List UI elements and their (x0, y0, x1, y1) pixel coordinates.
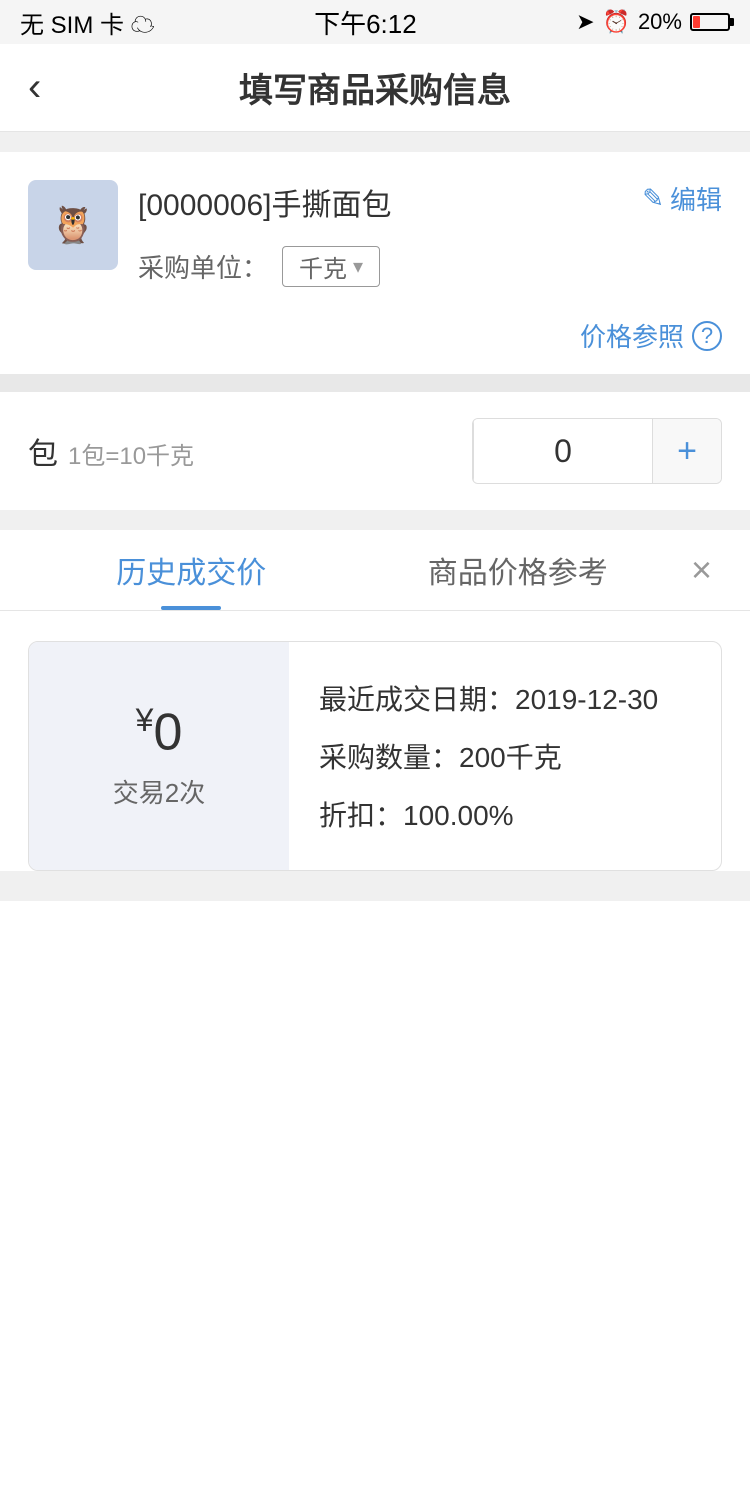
history-price-panel: ¥0 交易2次 (29, 642, 289, 870)
quantity-left: 包 1包=10千克 (28, 429, 194, 473)
price-ref-info-icon: ? (692, 321, 722, 351)
purchase-qty-value: 200千克 (459, 742, 562, 773)
unit-badge[interactable]: 千克 ▾ (282, 246, 380, 287)
status-right: ➤ ⏰ 20% (576, 9, 730, 35)
tabs-section: 历史成交价 商品价格参考 × ¥0 交易2次 最近成交日期：2019-12-30… (0, 530, 750, 871)
recent-date-row: 最近成交日期：2019-12-30 (319, 678, 691, 718)
product-unit-row: 采购单位： 千克 ▾ (138, 246, 391, 287)
purchase-qty-label: 采购数量： (319, 742, 459, 773)
tabs-header: 历史成交价 商品价格参考 × (0, 530, 750, 611)
unit-dropdown-arrow: ▾ (353, 254, 363, 279)
price-ref-label: 价格参照 (580, 317, 684, 354)
quantity-unit: 包 (28, 429, 58, 473)
quantity-increase-button[interactable]: + (653, 419, 721, 483)
quantity-row: 包 1包=10千克 0 + (0, 392, 750, 510)
status-left: 无 SIM 卡 ☁ (20, 5, 155, 40)
product-header: 🦉 [0000006]手撕面包 采购单位： 千克 ▾ ✎ 编辑 价格参照 (28, 180, 722, 354)
product-name: [0000006]手撕面包 (138, 180, 391, 224)
quantity-control: 0 + (472, 418, 722, 484)
product-thumbnail: 🦉 (28, 180, 118, 270)
status-time: 下午6:12 (314, 4, 417, 41)
recent-date-value: 2019-12-30 (515, 684, 658, 715)
discount-label: 折扣： (319, 800, 403, 831)
discount-row: 折扣：100.00% (319, 794, 691, 834)
price-number: 0 (153, 704, 182, 762)
product-logo-icon: 🦉 (51, 204, 96, 246)
status-bar: 无 SIM 卡 ☁ 下午6:12 ➤ ⏰ 20% (0, 0, 750, 44)
unit-value: 千克 (299, 249, 347, 284)
product-left: 🦉 [0000006]手撕面包 采购单位： 千克 ▾ (28, 180, 391, 287)
tab-product-price-ref[interactable]: 商品价格参考 (354, 530, 680, 610)
product-info: [0000006]手撕面包 采购单位： 千克 ▾ (138, 180, 391, 287)
edit-label: 编辑 (670, 180, 722, 217)
history-trades: 交易2次 (113, 773, 205, 810)
qty-conversion: 1包=10千克 (68, 436, 194, 471)
battery-icon (690, 13, 730, 31)
purchase-qty-row: 采购数量：200千克 (319, 736, 691, 776)
alarm-icon: ⏰ (603, 9, 630, 35)
discount-value: 100.00% (403, 800, 514, 831)
edit-button[interactable]: ✎ 编辑 (642, 180, 722, 217)
battery-percent: 20% (638, 9, 682, 35)
page-title: 填写商品采购信息 (239, 63, 511, 112)
history-card: ¥0 交易2次 最近成交日期：2019-12-30 采购数量：200千克 折扣：… (28, 641, 722, 871)
location-icon: ➤ (576, 9, 594, 35)
nav-bar: ‹ 填写商品采购信息 (0, 44, 750, 132)
recent-date-label: 最近成交日期： (319, 684, 515, 715)
history-detail-panel: 最近成交日期：2019-12-30 采购数量：200千克 折扣：100.00% (289, 642, 721, 870)
product-card: 🦉 [0000006]手撕面包 采购单位： 千克 ▾ ✎ 编辑 价格参照 (0, 152, 750, 374)
no-sim-text: 无 SIM 卡 ☁ (20, 5, 155, 40)
edit-icon: ✎ (642, 183, 664, 214)
tab-history-price[interactable]: 历史成交价 (28, 530, 354, 610)
price-symbol: ¥ (136, 702, 154, 738)
back-button[interactable]: ‹ (28, 65, 41, 110)
divider (0, 374, 750, 392)
tab-close-button[interactable]: × (681, 549, 722, 591)
price-ref-button[interactable]: 价格参照 ? (580, 317, 722, 354)
unit-label: 采购单位： (138, 248, 268, 285)
history-price-value: ¥0 (136, 702, 183, 762)
quantity-value[interactable]: 0 (473, 419, 653, 483)
white-fill (0, 901, 750, 1501)
